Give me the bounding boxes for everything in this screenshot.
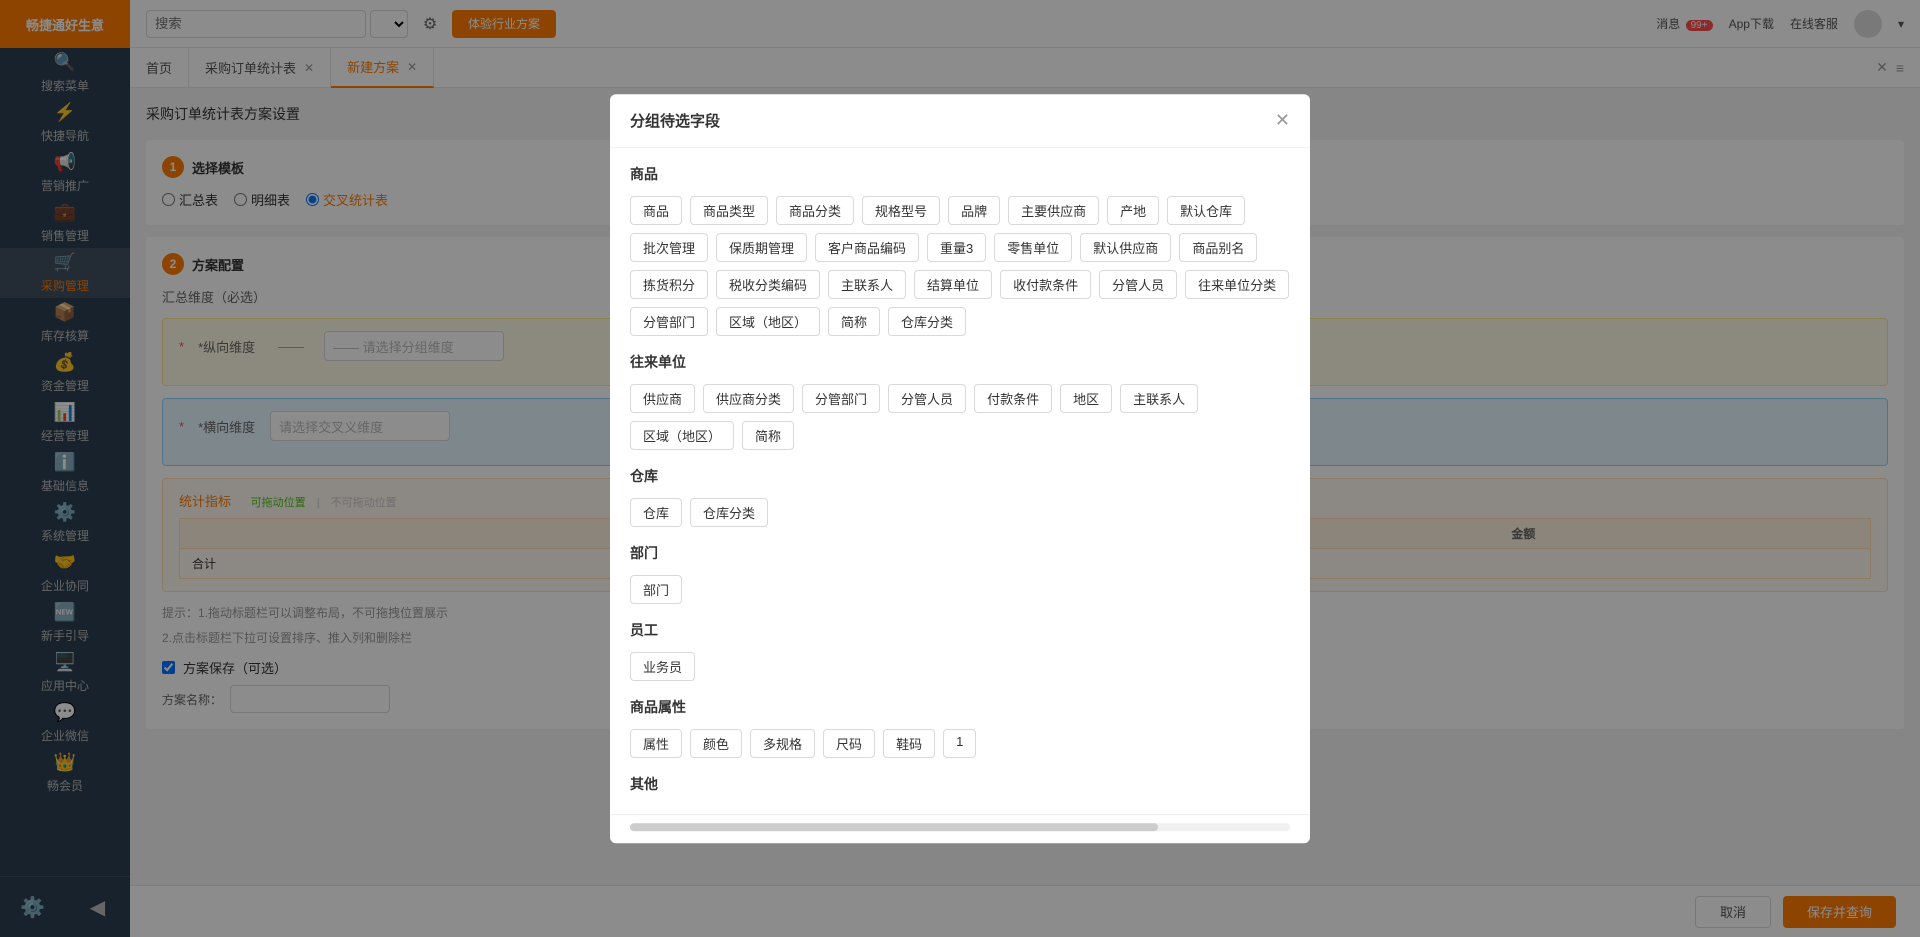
field-tag[interactable]: 分管人员 xyxy=(1099,270,1177,299)
field-tag[interactable]: 主联系人 xyxy=(828,270,906,299)
field-tag[interactable]: 商品分类 xyxy=(776,196,854,225)
field-group-title-商品: 商品 xyxy=(630,164,1290,184)
modal-close-button[interactable]: ✕ xyxy=(1275,111,1290,129)
field-tag[interactable]: 简称 xyxy=(828,307,880,336)
field-tag[interactable]: 拣货积分 xyxy=(630,270,708,299)
field-tag[interactable]: 规格型号 xyxy=(862,196,940,225)
field-tag[interactable]: 仓库分类 xyxy=(690,498,768,527)
field-tag[interactable]: 1 xyxy=(943,729,976,758)
field-tag[interactable]: 区域（地区） xyxy=(716,307,820,336)
field-tag[interactable]: 客户商品编码 xyxy=(815,233,919,262)
field-tags-仓库: 仓库仓库分类 xyxy=(630,498,1290,527)
field-tag[interactable]: 仓库 xyxy=(630,498,682,527)
field-tag[interactable]: 分管部门 xyxy=(630,307,708,336)
field-tag[interactable]: 商品 xyxy=(630,196,682,225)
field-tag[interactable]: 商品类型 xyxy=(690,196,768,225)
modal-scrollbar-area xyxy=(610,814,1310,843)
field-group-title-仓库: 仓库 xyxy=(630,466,1290,486)
field-tag[interactable]: 区域（地区） xyxy=(630,421,734,450)
field-tag[interactable]: 品牌 xyxy=(948,196,1000,225)
field-tag[interactable]: 分管部门 xyxy=(802,384,880,413)
field-tag[interactable]: 颜色 xyxy=(690,729,742,758)
field-tag[interactable]: 尺码 xyxy=(823,729,875,758)
field-tag[interactable]: 商品别名 xyxy=(1179,233,1257,262)
modal-title: 分组待选字段 xyxy=(630,110,720,131)
field-tag[interactable]: 分管人员 xyxy=(888,384,966,413)
field-tags-商品: 商品商品类型商品分类规格型号品牌主要供应商产地默认仓库批次管理保质期管理客户商品… xyxy=(630,196,1290,336)
field-tag[interactable]: 零售单位 xyxy=(994,233,1072,262)
field-tags-商品属性: 属性颜色多规格尺码鞋码 1 xyxy=(630,729,1290,758)
modal-body[interactable]: 商品商品商品类型商品分类规格型号品牌主要供应商产地默认仓库批次管理保质期管理客户… xyxy=(610,148,1310,815)
field-tag[interactable]: 重量3 xyxy=(927,233,986,262)
modal-scrollbar-thumb xyxy=(630,823,1158,831)
field-tag[interactable]: 鞋码 xyxy=(883,729,935,758)
field-tag[interactable]: 地区 xyxy=(1060,384,1112,413)
field-tags-往来单位: 供应商供应商分类分管部门分管人员付款条件地区主联系人区域（地区） 简称 xyxy=(630,384,1290,450)
field-tag[interactable]: 批次管理 xyxy=(630,233,708,262)
modal-horizontal-scrollbar[interactable] xyxy=(630,823,1290,831)
field-group-title-往来单位: 往来单位 xyxy=(630,352,1290,372)
field-tag[interactable]: 仓库分类 xyxy=(888,307,966,336)
modal-header: 分组待选字段 ✕ xyxy=(610,94,1310,148)
field-tag[interactable]: 简称 xyxy=(742,421,794,450)
field-tag[interactable]: 税收分类编码 xyxy=(716,270,820,299)
field-tag[interactable]: 往来单位分类 xyxy=(1185,270,1289,299)
field-tags-部门: 部门 xyxy=(630,575,1290,604)
field-select-modal: 分组待选字段 ✕ 商品商品商品类型商品分类规格型号品牌主要供应商产地默认仓库批次… xyxy=(610,94,1310,844)
field-tag[interactable]: 结算单位 xyxy=(914,270,992,299)
field-tag[interactable]: 供应商 xyxy=(630,384,695,413)
field-tag[interactable]: 默认供应商 xyxy=(1080,233,1171,262)
field-tag[interactable]: 供应商分类 xyxy=(703,384,794,413)
field-tag[interactable]: 产地 xyxy=(1107,196,1159,225)
field-tag[interactable]: 主联系人 xyxy=(1120,384,1198,413)
field-tag[interactable]: 部门 xyxy=(630,575,682,604)
field-tag[interactable]: 业务员 xyxy=(630,652,695,681)
field-tag[interactable]: 主要供应商 xyxy=(1008,196,1099,225)
field-group-title-其他: 其他 xyxy=(630,774,1290,794)
field-tag[interactable]: 多规格 xyxy=(750,729,815,758)
field-group-title-部门: 部门 xyxy=(630,543,1290,563)
field-group-title-员工: 员工 xyxy=(630,620,1290,640)
field-tag[interactable]: 属性 xyxy=(630,729,682,758)
field-tag[interactable]: 付款条件 xyxy=(974,384,1052,413)
field-tag[interactable]: 保质期管理 xyxy=(716,233,807,262)
field-tag[interactable]: 默认仓库 xyxy=(1167,196,1245,225)
field-tag[interactable]: 收付款条件 xyxy=(1000,270,1091,299)
field-tags-员工: 业务员 xyxy=(630,652,1290,681)
field-group-title-商品属性: 商品属性 xyxy=(630,697,1290,717)
